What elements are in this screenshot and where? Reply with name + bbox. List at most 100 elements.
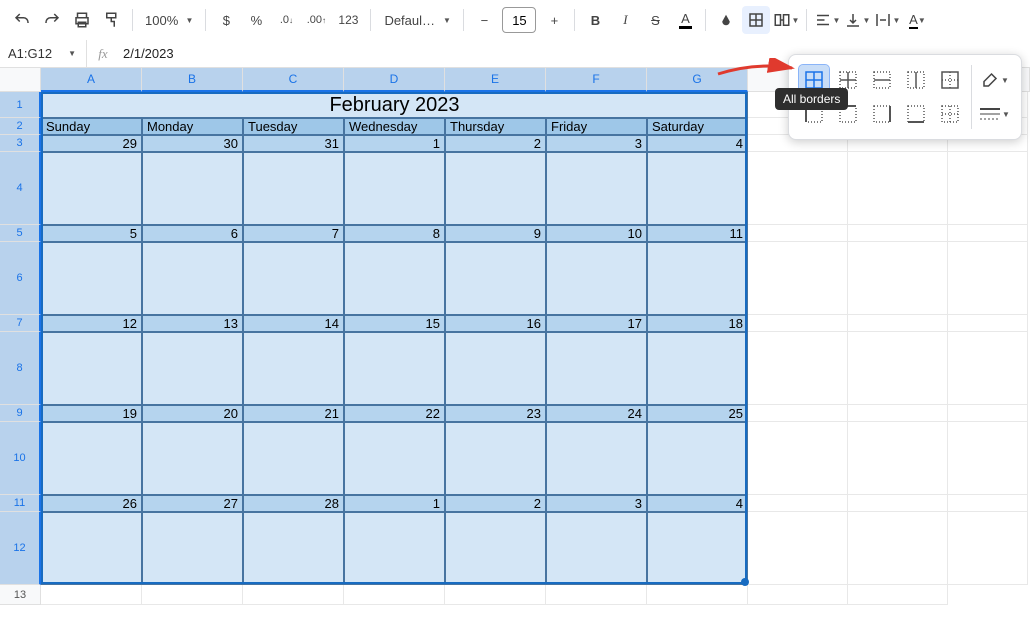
calendar-cell[interactable]: 31 <box>243 135 344 152</box>
row-header[interactable]: 8 <box>0 332 41 405</box>
italic-button[interactable]: I <box>611 6 639 34</box>
font-size-increase-button[interactable]: + <box>540 6 568 34</box>
outer-borders-button[interactable] <box>935 65 965 95</box>
calendar-cell[interactable]: 2 <box>445 135 546 152</box>
calendar-cell[interactable]: Saturday <box>647 118 748 135</box>
empty-cell[interactable] <box>848 332 948 405</box>
calendar-cell[interactable]: 26 <box>41 495 142 512</box>
calendar-cell[interactable]: 11 <box>647 225 748 242</box>
row-header[interactable]: 11 <box>0 495 41 512</box>
calendar-cell[interactable] <box>142 512 243 585</box>
column-header[interactable]: F <box>546 68 647 92</box>
calendar-cell[interactable]: Sunday <box>41 118 142 135</box>
calendar-cell[interactable] <box>41 152 142 225</box>
calendar-cell[interactable] <box>344 422 445 495</box>
bottom-border-button[interactable] <box>901 99 931 129</box>
calendar-cell[interactable]: Tuesday <box>243 118 344 135</box>
calendar-cell[interactable]: 2 <box>445 495 546 512</box>
fill-color-button[interactable] <box>712 6 740 34</box>
calendar-cell[interactable]: 25 <box>647 405 748 422</box>
empty-cell[interactable] <box>848 405 948 422</box>
calendar-cell[interactable]: Thursday <box>445 118 546 135</box>
calendar-cell[interactable] <box>546 152 647 225</box>
calendar-cell[interactable] <box>243 422 344 495</box>
row-header[interactable]: 4 <box>0 152 41 225</box>
calendar-cell[interactable]: 20 <box>142 405 243 422</box>
calendar-cell[interactable]: Monday <box>142 118 243 135</box>
calendar-cell[interactable]: 6 <box>142 225 243 242</box>
calendar-cell[interactable] <box>41 332 142 405</box>
calendar-cell[interactable]: Friday <box>546 118 647 135</box>
calendar-cell[interactable]: 12 <box>41 315 142 332</box>
calendar-cell[interactable]: 18 <box>647 315 748 332</box>
calendar-cell[interactable] <box>344 512 445 585</box>
calendar-cell[interactable] <box>344 152 445 225</box>
percent-button[interactable]: % <box>242 6 270 34</box>
empty-cell[interactable] <box>748 332 848 405</box>
calendar-cell[interactable]: 4 <box>647 495 748 512</box>
borders-button[interactable] <box>742 6 770 34</box>
currency-button[interactable]: $ <box>212 6 240 34</box>
border-color-button[interactable]: ▼ <box>977 63 1013 97</box>
row-header[interactable]: 9 <box>0 405 41 422</box>
clear-borders-button[interactable] <box>935 99 965 129</box>
redo-button[interactable] <box>38 6 66 34</box>
font-select[interactable]: Defaul…▼ <box>377 6 457 34</box>
paint-format-button[interactable] <box>98 6 126 34</box>
empty-cell[interactable] <box>848 225 948 242</box>
calendar-cell[interactable]: 14 <box>243 315 344 332</box>
row-header[interactable]: 5 <box>0 225 41 242</box>
empty-cell[interactable] <box>748 422 848 495</box>
calendar-cell[interactable]: 19 <box>41 405 142 422</box>
calendar-cell[interactable]: 17 <box>546 315 647 332</box>
calendar-cell[interactable]: 22 <box>344 405 445 422</box>
column-header[interactable]: C <box>243 68 344 92</box>
calendar-cell[interactable]: 28 <box>243 495 344 512</box>
text-wrap-button[interactable]: ▼ <box>873 6 901 34</box>
calendar-cell[interactable] <box>344 242 445 315</box>
row-header[interactable]: 13 <box>0 585 41 605</box>
column-header[interactable]: E <box>445 68 546 92</box>
empty-cell[interactable] <box>748 495 848 512</box>
calendar-cell[interactable] <box>647 512 748 585</box>
merge-cells-button[interactable]: ▼ <box>772 6 800 34</box>
calendar-cell[interactable]: 30 <box>142 135 243 152</box>
calendar-cell[interactable] <box>142 242 243 315</box>
row-header[interactable]: 3 <box>0 135 41 152</box>
calendar-cell[interactable] <box>41 512 142 585</box>
column-header[interactable]: G <box>647 68 748 92</box>
decrease-decimal-button[interactable]: .0↓ <box>272 6 300 34</box>
calendar-cell[interactable]: 9 <box>445 225 546 242</box>
calendar-cell[interactable] <box>41 242 142 315</box>
row-header[interactable]: 10 <box>0 422 41 495</box>
calendar-cell[interactable] <box>41 422 142 495</box>
empty-cell[interactable] <box>848 422 948 495</box>
calendar-cell[interactable]: 23 <box>445 405 546 422</box>
empty-cell[interactable] <box>748 152 848 225</box>
bold-button[interactable]: B <box>581 6 609 34</box>
empty-cell[interactable] <box>748 315 848 332</box>
calendar-cell[interactable] <box>445 242 546 315</box>
calendar-cell[interactable] <box>142 332 243 405</box>
empty-cell[interactable] <box>848 152 948 225</box>
column-header[interactable]: A <box>41 68 142 92</box>
font-size-decrease-button[interactable]: − <box>470 6 498 34</box>
empty-cell[interactable] <box>748 405 848 422</box>
calendar-cell[interactable]: Wednesday <box>344 118 445 135</box>
empty-cell[interactable] <box>848 242 948 315</box>
print-button[interactable] <box>68 6 96 34</box>
calendar-cell[interactable]: 10 <box>546 225 647 242</box>
calendar-title[interactable]: February 2023 <box>41 92 748 118</box>
calendar-cell[interactable] <box>243 242 344 315</box>
calendar-cell[interactable] <box>445 512 546 585</box>
calendar-cell[interactable]: 8 <box>344 225 445 242</box>
empty-cell[interactable] <box>848 512 948 585</box>
calendar-cell[interactable] <box>243 332 344 405</box>
font-size-input[interactable]: 15 <box>502 7 536 33</box>
calendar-cell[interactable]: 4 <box>647 135 748 152</box>
vertical-borders-button[interactable] <box>901 65 931 95</box>
select-all-corner[interactable] <box>0 68 41 92</box>
calendar-cell[interactable]: 7 <box>243 225 344 242</box>
row-header[interactable]: 1 <box>0 92 41 118</box>
calendar-cell[interactable] <box>243 512 344 585</box>
